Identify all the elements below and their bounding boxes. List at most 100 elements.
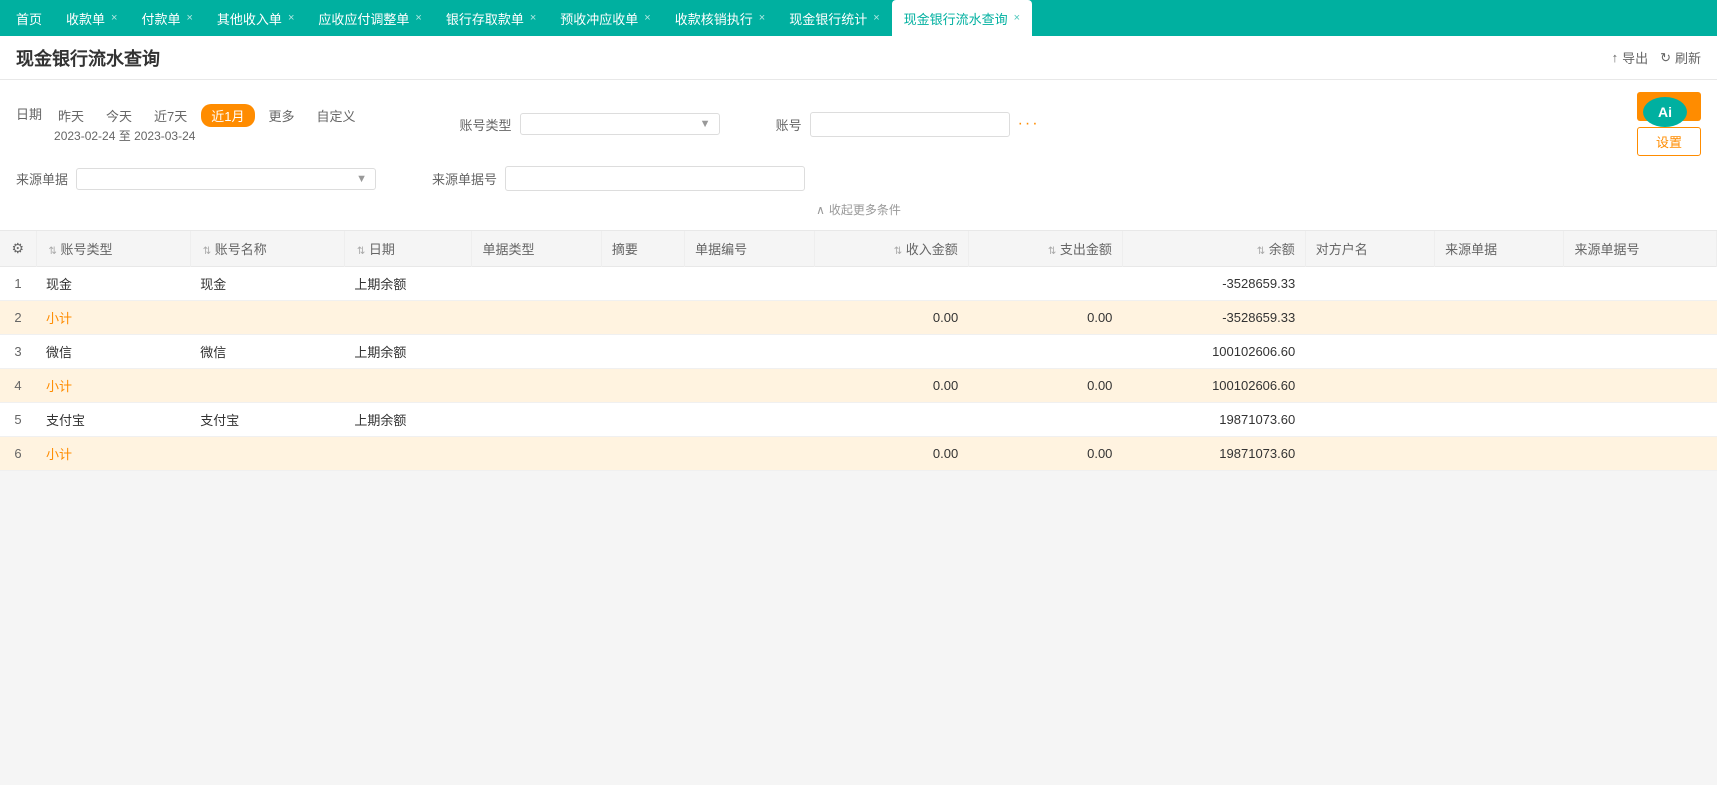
account-label: 账号 [776,115,802,134]
col-date[interactable]: ⇅ 日期 [344,231,472,267]
cell-counterparty [1305,437,1434,471]
cell-source-doc [1435,437,1564,471]
cell-account-name [190,437,344,471]
account-type-select[interactable]: ▼ [520,113,720,135]
close-adjust-icon[interactable]: × [415,12,421,24]
nav-receipt[interactable]: 收款单 × [54,0,129,36]
source-doc-select[interactable]: ▼ [76,168,376,190]
cell-balance: 100102606.60 [1122,335,1305,369]
cell-source-doc-no [1564,267,1717,301]
refresh-icon: ↻ [1660,50,1671,66]
date-opt-custom[interactable]: 自定义 [309,104,364,127]
close-cash-flow-icon[interactable]: × [1014,12,1020,24]
row-num: 2 [0,301,36,335]
cell-doc-type [472,267,601,301]
col-expense[interactable]: ⇅ 支出金额 [968,231,1122,267]
account-filter: 账号 ··· [776,112,1040,137]
cell-date: 上期余额 [344,267,472,301]
settings-button[interactable]: 设置 [1637,127,1701,156]
cell-summary [601,335,684,369]
cell-counterparty [1305,403,1434,437]
date-opt-7days[interactable]: 近7天 [146,104,195,127]
cell-account-type: 小计 [36,301,190,335]
date-opt-yesterday[interactable]: 昨天 [50,104,92,127]
nav-adjust[interactable]: 应收应付调整单 × [306,0,433,36]
cell-doc-type [472,403,601,437]
date-opt-today[interactable]: 今天 [98,104,140,127]
cell-income [814,403,968,437]
cell-date [344,437,472,471]
nav-advance[interactable]: 预收冲应收单 × [548,0,662,36]
close-cash-stats-icon[interactable]: × [873,12,879,24]
cell-doc-no [685,335,814,369]
close-receipt-icon[interactable]: × [111,12,117,24]
col-source-doc: 来源单据 [1435,231,1564,267]
cell-source-doc [1435,335,1564,369]
cell-balance: 19871073.60 [1122,403,1305,437]
page-header: 现金银行流水查询 ↑ 导出 ↻ 刷新 [0,36,1717,80]
cell-date: 上期余额 [344,403,472,437]
close-payment-icon[interactable]: × [186,12,192,24]
cell-account-type: 微信 [36,335,190,369]
cell-doc-type [472,437,601,471]
source-doc-num-filter: 来源单据号 [432,166,805,191]
cell-source-doc [1435,403,1564,437]
col-gear[interactable]: ⚙ [0,231,36,267]
cell-source-doc [1435,301,1564,335]
cell-doc-no [685,301,814,335]
collapse-bar[interactable]: ∧ 收起更多条件 [16,201,1701,218]
col-doc-no: 单据编号 [685,231,814,267]
row-num: 4 [0,369,36,403]
nav-home[interactable]: 首页 [4,0,54,36]
table-row: 2 小计 0.00 0.00 -3528659.33 [0,301,1717,335]
cell-summary [601,403,684,437]
row-num: 1 [0,267,36,301]
cell-account-name: 现金 [190,267,344,301]
col-account-type[interactable]: ⇅ 账号类型 [36,231,190,267]
col-account-name[interactable]: ⇅ 账号名称 [190,231,344,267]
account-input[interactable] [810,112,1010,137]
nav-cash-flow[interactable]: 现金银行流水查询 × [892,0,1032,36]
cell-source-doc [1435,369,1564,403]
account-type-arrow-icon: ▼ [700,118,711,130]
close-advance-icon[interactable]: × [644,12,650,24]
nav-payment[interactable]: 付款单 × [129,0,204,36]
date-label: 日期 [16,104,42,123]
ai-badge[interactable]: Ai [1643,97,1687,127]
cell-income: 0.00 [814,369,968,403]
table-row: 5 支付宝 支付宝 上期余额 19871073.60 [0,403,1717,437]
cell-doc-no [685,267,814,301]
cell-account-type: 现金 [36,267,190,301]
col-summary: 摘要 [601,231,684,267]
nav-bank-deposit[interactable]: 银行存取款单 × [434,0,548,36]
cell-balance: -3528659.33 [1122,301,1305,335]
date-opt-more[interactable]: 更多 [261,104,303,127]
filter-row-2: 来源单据 ▼ 来源单据号 [16,166,1701,191]
nav-verification[interactable]: 收款核销执行 × [663,0,777,36]
close-bank-deposit-icon[interactable]: × [530,12,536,24]
close-other-income-icon[interactable]: × [288,12,294,24]
nav-other-income[interactable]: 其他收入单 × [205,0,306,36]
cell-income [814,267,968,301]
table-header: ⚙ ⇅ 账号类型 ⇅ 账号名称 ⇅ 日期 单据类型 摘要 单据编号 ⇅ 收入金额 [0,231,1717,267]
refresh-button[interactable]: ↻ 刷新 [1660,48,1701,67]
date-opt-1month[interactable]: 近1月 [201,104,254,127]
col-income[interactable]: ⇅ 收入金额 [814,231,968,267]
source-doc-filter: 来源单据 ▼ [16,168,376,190]
cell-expense [968,403,1122,437]
col-balance[interactable]: ⇅ 余额 [1122,231,1305,267]
row-num: 3 [0,335,36,369]
export-icon: ↑ [1612,50,1619,65]
close-verification-icon[interactable]: × [759,12,765,24]
table-row: 3 微信 微信 上期余额 100102606.60 [0,335,1717,369]
nav-cash-stats[interactable]: 现金银行统计 × [777,0,891,36]
export-button[interactable]: ↑ 导出 [1612,48,1649,67]
cell-source-doc-no [1564,437,1717,471]
cell-source-doc-no [1564,369,1717,403]
cell-doc-no [685,369,814,403]
account-more-icon[interactable]: ··· [1018,115,1040,133]
cell-balance: 19871073.60 [1122,437,1305,471]
source-doc-num-input[interactable] [505,166,805,191]
col-counterparty: 对方户名 [1305,231,1434,267]
date-range: 2023-02-24 至 2023-03-24 [54,127,364,144]
